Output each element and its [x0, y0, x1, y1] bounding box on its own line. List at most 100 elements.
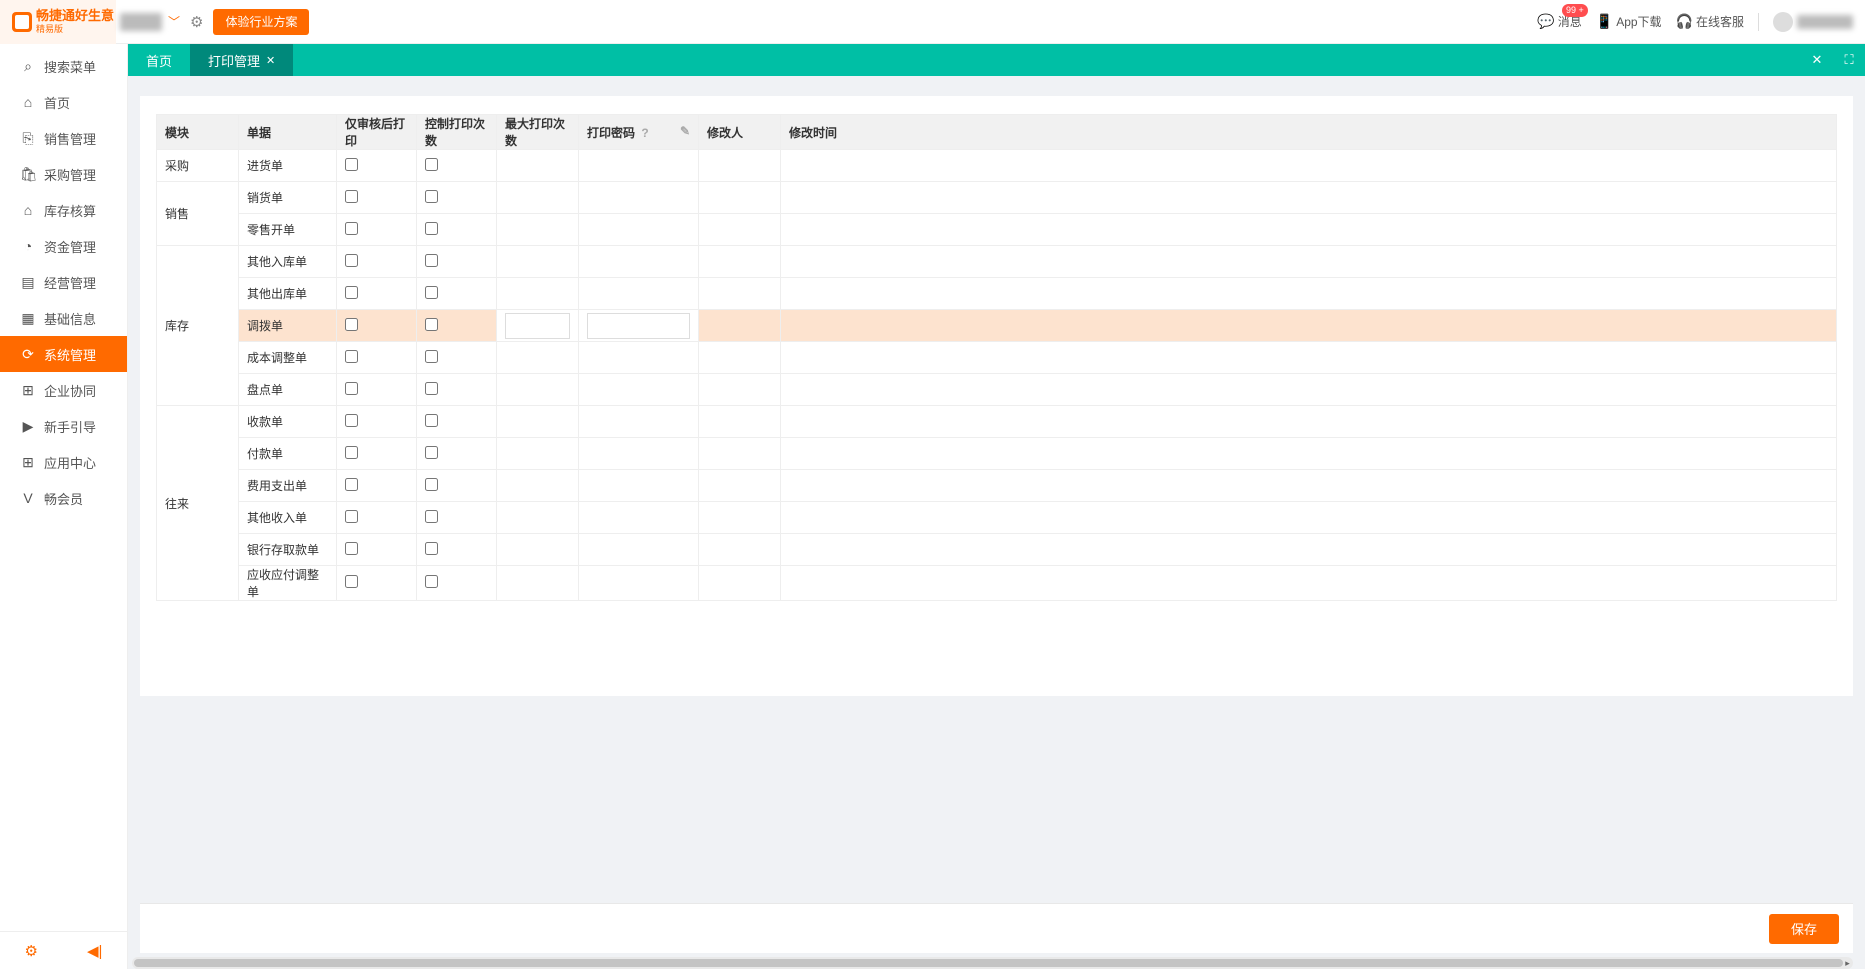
sidebar-item-icon: ⌂	[20, 94, 36, 110]
edit-column-icon[interactable]: ✎	[680, 124, 690, 138]
print-pwd-input[interactable]	[587, 313, 690, 339]
chevron-down-icon: ﹀	[168, 13, 180, 30]
checkbox[interactable]	[345, 190, 358, 203]
sidebar-item-6[interactable]: ▤经营管理	[0, 264, 127, 300]
cell-audit-only	[337, 566, 417, 601]
sidebar-item-icon: ⟳	[20, 346, 36, 363]
checkbox[interactable]	[345, 350, 358, 363]
cell-doc: 费用支出单	[239, 470, 337, 502]
checkbox[interactable]	[425, 318, 438, 331]
cell-print-pwd	[579, 534, 699, 566]
checkbox[interactable]	[425, 254, 438, 267]
checkbox[interactable]	[425, 158, 438, 171]
cell-doc: 其他出库单	[239, 278, 337, 310]
checkbox[interactable]	[425, 382, 438, 395]
checkbox[interactable]	[345, 575, 358, 588]
online-service-button[interactable]: 🎧 在线客服	[1676, 13, 1744, 30]
cell-print-pwd	[579, 310, 699, 342]
checkbox[interactable]	[345, 254, 358, 267]
sidebar-item-label: 首页	[44, 93, 70, 112]
org-name-blurred	[120, 13, 162, 31]
sidebar-item-label: 应用中心	[44, 453, 96, 472]
sidebar-item-12[interactable]: V畅会员	[0, 480, 127, 516]
sidebar-item-5[interactable]: ◔资金管理	[0, 228, 127, 264]
sidebar-item-8[interactable]: ⟳系统管理	[0, 336, 127, 372]
cell-doc: 盘点单	[239, 374, 337, 406]
sidebar-item-icon: ◔	[20, 238, 36, 254]
cell-modifier	[699, 246, 781, 278]
cell-audit-only	[337, 374, 417, 406]
sidebar-item-label: 基础信息	[44, 309, 96, 328]
sidebar-item-label: 畅会员	[44, 489, 83, 508]
cell-print-pwd	[579, 566, 699, 601]
checkbox[interactable]	[345, 446, 358, 459]
cell-module: 采购	[157, 150, 239, 182]
checkbox[interactable]	[345, 286, 358, 299]
cell-modify-time	[781, 374, 1837, 406]
sidebar-item-0[interactable]: ⌕搜索菜单	[0, 48, 127, 84]
table-row: 销售销货单	[157, 182, 1837, 214]
checkbox[interactable]	[345, 222, 358, 235]
sidebar-item-10[interactable]: ▶新手引导	[0, 408, 127, 444]
help-icon[interactable]: ?	[641, 126, 648, 140]
sidebar-item-3[interactable]: 🛍采购管理	[0, 156, 127, 192]
sidebar-item-4[interactable]: ⌂库存核算	[0, 192, 127, 228]
sidebar-item-1[interactable]: ⌂ 首页	[0, 84, 127, 120]
cell-print-pwd	[579, 214, 699, 246]
cell-print-pwd	[579, 182, 699, 214]
checkbox[interactable]	[425, 446, 438, 459]
cell-max-count	[497, 534, 579, 566]
tab-fullscreen-icon[interactable]: ⛶	[1833, 44, 1865, 76]
settings-gear-icon[interactable]: ⚙	[25, 942, 38, 960]
scrollbar-thumb[interactable]	[134, 959, 1843, 967]
cell-max-count	[497, 214, 579, 246]
sidebar-item-2[interactable]: ⎘销售管理	[0, 120, 127, 156]
cell-modifier	[699, 406, 781, 438]
checkbox[interactable]	[345, 478, 358, 491]
sidebar-item-11[interactable]: ⊞应用中心	[0, 444, 127, 480]
messages-button[interactable]: 💬 消息 99 +	[1537, 13, 1581, 30]
org-dropdown[interactable]: ﹀	[120, 13, 180, 31]
scrollbar-right-arrow[interactable]: ▸	[1843, 957, 1852, 969]
tab-0[interactable]: 首页	[128, 44, 190, 76]
tab-1[interactable]: 打印管理✕	[190, 44, 293, 76]
save-button[interactable]: 保存	[1769, 914, 1839, 944]
checkbox[interactable]	[425, 286, 438, 299]
checkbox[interactable]	[425, 542, 438, 555]
checkbox[interactable]	[425, 222, 438, 235]
close-icon[interactable]: ✕	[266, 54, 275, 67]
gear-icon[interactable]: ⚙	[190, 13, 203, 31]
cell-control-count	[417, 182, 497, 214]
max-count-input[interactable]	[505, 313, 570, 339]
checkbox[interactable]	[345, 158, 358, 171]
print-settings-table: 模块 单据 仅审核后打印 控制打印次数 最大打印次数 打印密码 ? ✎ 修改人	[156, 114, 1837, 601]
checkbox[interactable]	[425, 575, 438, 588]
industry-solution-button[interactable]: 体验行业方案	[213, 9, 309, 35]
table-row: 往来收款单	[157, 406, 1837, 438]
checkbox[interactable]	[345, 542, 358, 555]
checkbox[interactable]	[425, 510, 438, 523]
checkbox[interactable]	[345, 318, 358, 331]
checkbox[interactable]	[345, 510, 358, 523]
cell-audit-only	[337, 150, 417, 182]
content-scroll[interactable]: 模块 单据 仅审核后打印 控制打印次数 最大打印次数 打印密码 ? ✎ 修改人	[128, 76, 1865, 895]
checkbox[interactable]	[425, 478, 438, 491]
cell-print-pwd	[579, 374, 699, 406]
app-download-button[interactable]: 📱 App下载	[1596, 13, 1662, 30]
user-menu[interactable]	[1773, 12, 1853, 32]
phone-icon: 📱	[1596, 13, 1613, 30]
cell-modify-time	[781, 438, 1837, 470]
sidebar-item-9[interactable]: ⊞企业协同	[0, 372, 127, 408]
checkbox[interactable]	[425, 350, 438, 363]
checkbox[interactable]	[425, 414, 438, 427]
checkbox[interactable]	[425, 190, 438, 203]
tab-close-all-icon[interactable]: ✕	[1801, 44, 1833, 76]
sidebar-item-7[interactable]: ▦基础信息	[0, 300, 127, 336]
horizontal-scrollbar[interactable]: ▸	[132, 957, 1853, 969]
collapse-icon[interactable]: ◀|	[87, 942, 102, 960]
checkbox[interactable]	[345, 382, 358, 395]
cell-audit-only	[337, 438, 417, 470]
checkbox[interactable]	[345, 414, 358, 427]
cell-control-count	[417, 342, 497, 374]
cell-modify-time	[781, 342, 1837, 374]
